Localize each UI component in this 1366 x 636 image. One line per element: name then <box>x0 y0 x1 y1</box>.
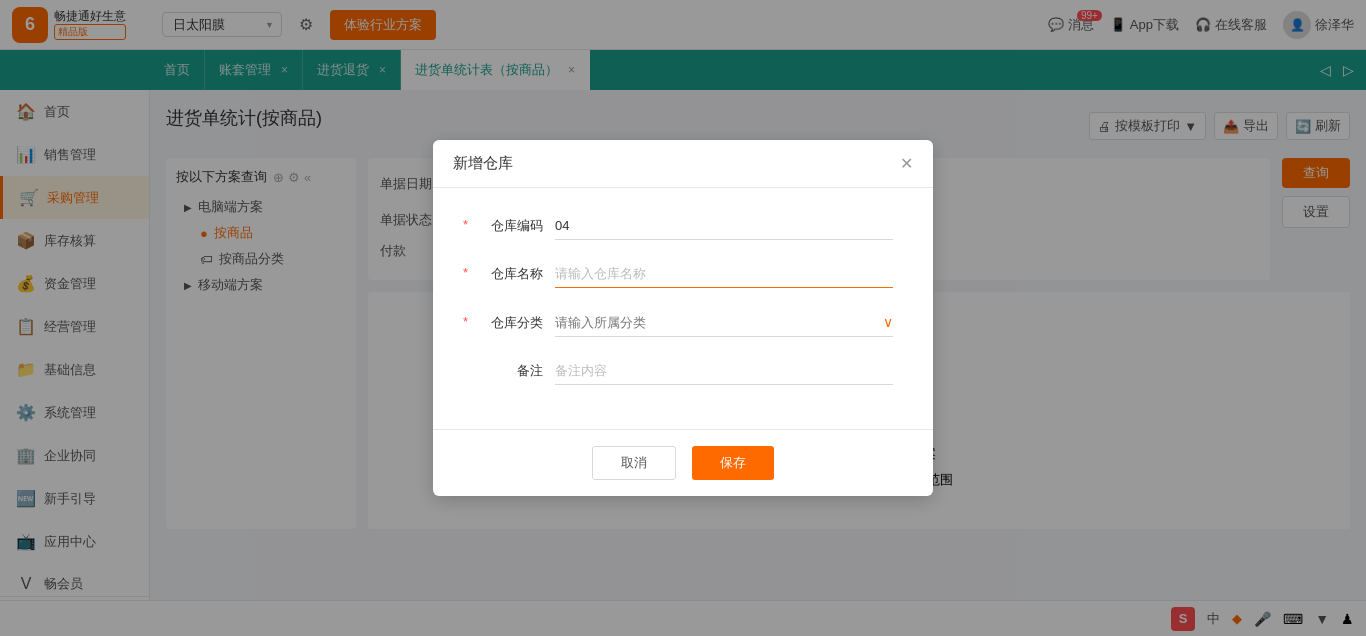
cancel-button[interactable]: 取消 <box>592 446 676 480</box>
modal-overlay: 新增仓库 ✕ 仓库编码 仓库名称 仓库分类 ∨ <box>0 0 1366 636</box>
category-label: 仓库分类 <box>473 314 543 332</box>
new-warehouse-dialog: 新增仓库 ✕ 仓库编码 仓库名称 仓库分类 ∨ <box>433 140 933 496</box>
dialog-header: 新增仓库 ✕ <box>433 140 933 188</box>
dialog-title: 新增仓库 <box>453 154 513 173</box>
dialog-body: 仓库编码 仓库名称 仓库分类 ∨ 备注 <box>433 188 933 429</box>
category-dropdown-icon: ∨ <box>883 314 893 330</box>
remark-label: 备注 <box>473 362 543 380</box>
form-row-name: 仓库名称 <box>473 260 893 288</box>
form-row-code: 仓库编码 <box>473 212 893 240</box>
dialog-close-button[interactable]: ✕ <box>900 154 913 173</box>
name-label: 仓库名称 <box>473 265 543 283</box>
dialog-footer: 取消 保存 <box>433 429 933 496</box>
category-input[interactable] <box>555 315 883 330</box>
code-input[interactable] <box>555 212 893 240</box>
form-row-category: 仓库分类 ∨ <box>473 308 893 337</box>
name-input[interactable] <box>555 260 893 288</box>
form-row-remark: 备注 <box>473 357 893 385</box>
remark-input[interactable] <box>555 357 893 385</box>
save-button[interactable]: 保存 <box>692 446 774 480</box>
category-select-wrap[interactable]: ∨ <box>555 308 893 337</box>
code-label: 仓库编码 <box>473 217 543 235</box>
